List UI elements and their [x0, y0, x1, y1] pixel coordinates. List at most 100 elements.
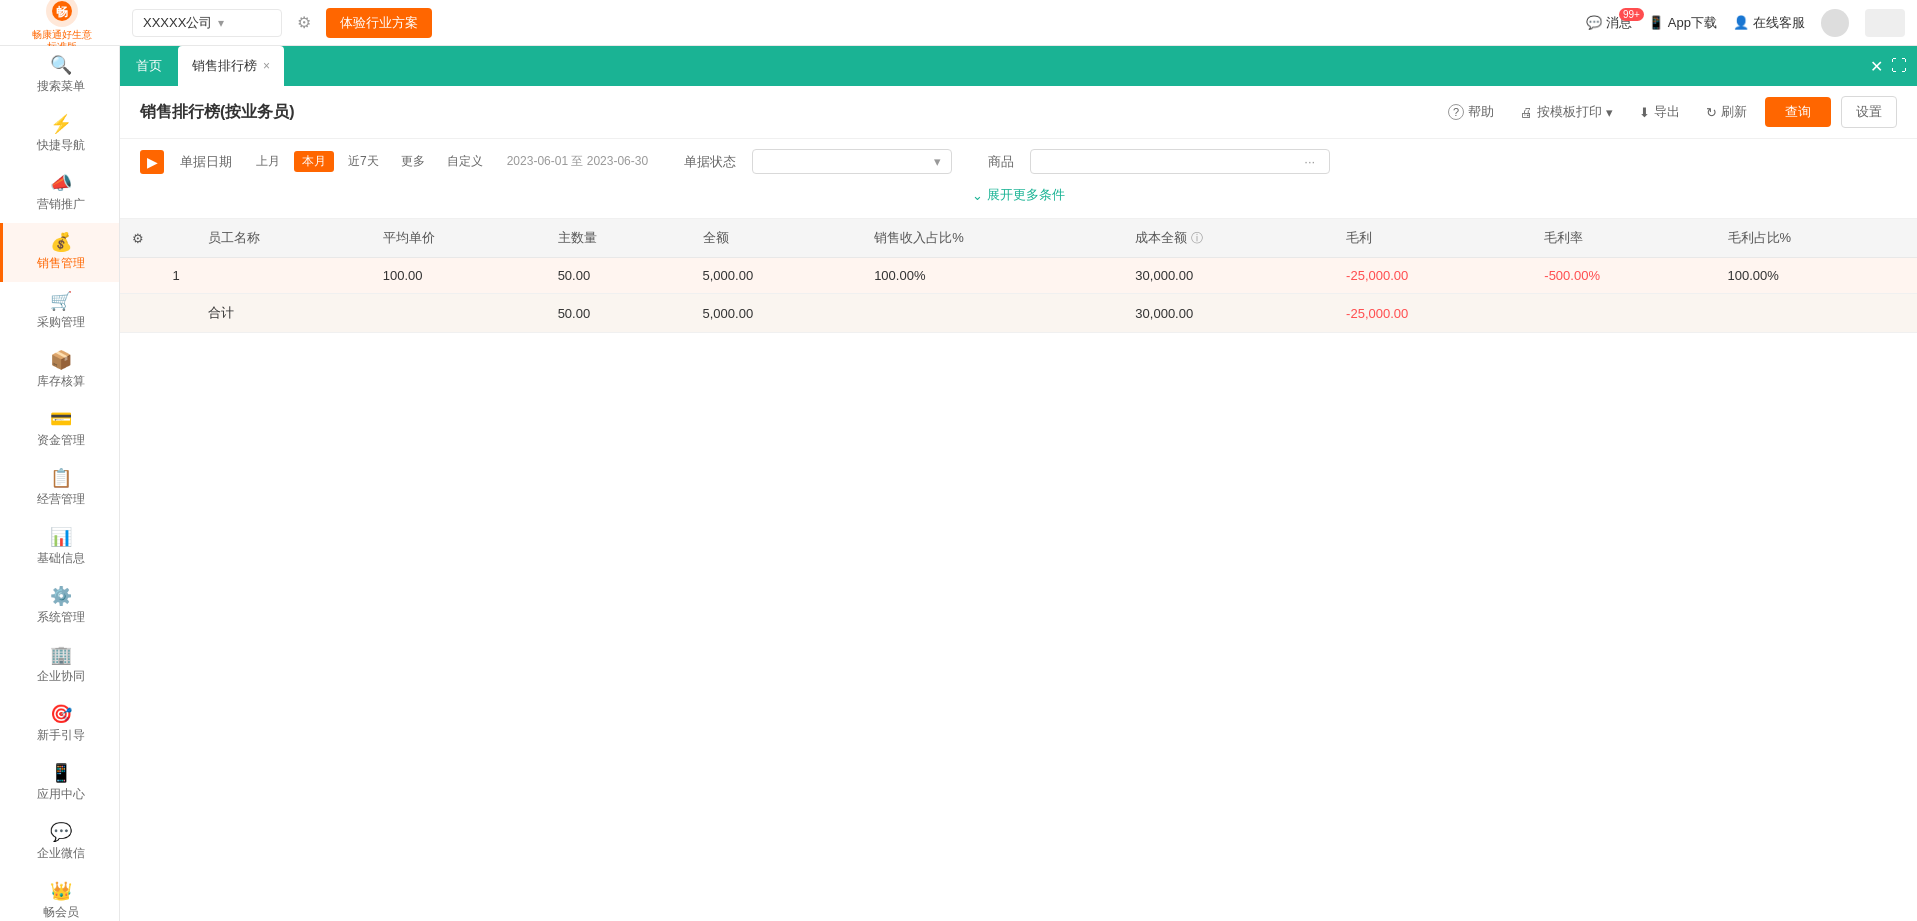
sidebar-label-wechat: 企业微信	[37, 845, 85, 862]
row-cost: 30,000.00	[1123, 258, 1334, 294]
quicknav-icon: ⚡	[50, 115, 72, 133]
footer-gross: -25,000.00	[1334, 294, 1532, 333]
tab-actions: ✕ ⛶	[1860, 57, 1917, 76]
row-sales-ratio: 100.00%	[862, 258, 1123, 294]
tab-minimize-icon[interactable]: ✕	[1870, 57, 1883, 76]
enterprise-icon: 🏢	[50, 646, 72, 664]
date-opt-custom[interactable]: 自定义	[439, 151, 491, 172]
row-rank: 1	[156, 258, 196, 294]
system-icon: ⚙️	[50, 587, 72, 605]
sidebar-label-system: 系统管理	[37, 609, 85, 626]
sidebar-item-wechat[interactable]: 💬 企业微信	[0, 813, 119, 872]
th-gross-margin[interactable]: 毛利率	[1532, 219, 1715, 258]
logo-icon: 畅	[44, 0, 80, 29]
date-opt-prev-month[interactable]: 上月	[248, 151, 288, 172]
row-settings	[120, 258, 156, 294]
th-avg-price[interactable]: 平均单价	[371, 219, 546, 258]
filter-toggle-button[interactable]: ▶	[140, 150, 164, 174]
footer-qty: 50.00	[546, 294, 691, 333]
table-area: ⚙ 员工名称 平均单价 主数量 全额 销售收入占比% 成本全额 ⓘ 毛	[120, 219, 1917, 921]
query-button[interactable]: 查询	[1765, 97, 1831, 127]
info-icon: 📊	[50, 528, 72, 546]
sidebar-item-purchase[interactable]: 🛒 采购管理	[0, 282, 119, 341]
date-opt-7days[interactable]: 近7天	[340, 151, 387, 172]
tab-sales-ranking[interactable]: 销售排行榜 ×	[178, 46, 284, 86]
footer-avg	[371, 294, 546, 333]
th-settings[interactable]: ⚙	[120, 219, 156, 258]
export-icon: ⬇	[1639, 105, 1650, 120]
sidebar-item-app[interactable]: 📱 应用中心	[0, 754, 119, 813]
sidebar-label-sales: 销售管理	[37, 255, 85, 272]
print-button[interactable]: 🖨 按模板打印 ▾	[1512, 99, 1621, 125]
tab-maximize-icon[interactable]: ⛶	[1891, 57, 1907, 75]
experience-button[interactable]: 体验行业方案	[326, 8, 432, 38]
refresh-button[interactable]: ↻ 刷新	[1698, 99, 1755, 125]
settings-gear-button[interactable]: ⚙	[290, 9, 318, 37]
page-content: 销售排行榜(按业务员) ? 帮助 🖨 按模板打印 ▾ ⬇	[120, 86, 1917, 921]
member-icon: 👑	[50, 882, 72, 900]
sidebar-item-member[interactable]: 👑 畅会员	[0, 872, 119, 921]
row-qty: 50.00	[546, 258, 691, 294]
data-table: ⚙ 员工名称 平均单价 主数量 全额 销售收入占比% 成本全额 ⓘ 毛	[120, 219, 1917, 333]
goods-more-icon[interactable]: ···	[1300, 154, 1319, 169]
sidebar-item-search[interactable]: 🔍 搜索菜单	[0, 46, 119, 105]
sidebar-item-sales[interactable]: 💰 销售管理	[0, 223, 119, 282]
status-select[interactable]: ▾	[752, 149, 952, 174]
date-range-display: 2023-06-01 至 2023-06-30	[507, 153, 648, 170]
tab-bar: 首页 销售排行榜 × ✕ ⛶	[120, 46, 1917, 86]
sidebar-item-inventory[interactable]: 📦 库存核算	[0, 341, 119, 400]
sidebar-label-info: 基础信息	[37, 550, 85, 567]
th-employee[interactable]: 员工名称	[196, 219, 371, 258]
date-opt-more[interactable]: 更多	[393, 151, 433, 172]
expand-conditions-button[interactable]: ⌄ 展开更多条件	[962, 182, 1075, 208]
company-name: XXXXX公司	[143, 14, 212, 32]
date-label: 单据日期	[180, 153, 232, 171]
sidebar-item-guide[interactable]: 🎯 新手引导	[0, 695, 119, 754]
app-icon: 📱	[50, 764, 72, 782]
company-selector[interactable]: XXXXX公司 ▾	[132, 9, 282, 37]
online-service-button[interactable]: 👤 在线客服	[1733, 14, 1805, 32]
top-bar: 畅 畅康通好生意标准版 XXXXX公司 ▾ ⚙ 体验行业方案 💬 消息 99+ …	[0, 0, 1917, 46]
help-button[interactable]: ? 帮助	[1440, 99, 1502, 125]
goods-input[interactable]: ···	[1030, 149, 1330, 174]
download-icon: 📱	[1648, 15, 1664, 30]
app-download-button[interactable]: 📱 App下载	[1648, 14, 1717, 32]
user-avatar[interactable]	[1821, 9, 1849, 37]
sidebar-label-finance: 资金管理	[37, 432, 85, 449]
sidebar-item-finance[interactable]: 💳 资金管理	[0, 400, 119, 459]
table-footer: 合计 50.00 5,000.00 30,000.00 -25,000.00	[120, 294, 1917, 333]
date-opt-current-month[interactable]: 本月	[294, 151, 334, 172]
th-cost[interactable]: 成本全额 ⓘ	[1123, 219, 1334, 258]
th-gross-profit[interactable]: 毛利	[1334, 219, 1532, 258]
chevron-down-icon: ▾	[218, 16, 224, 30]
sidebar-item-info[interactable]: 📊 基础信息	[0, 518, 119, 577]
expand-icon: ⌄	[972, 188, 983, 203]
notification-button[interactable]: 💬 消息 99+	[1586, 14, 1632, 32]
logo: 畅 畅康通好生意标准版	[12, 0, 112, 53]
sidebar-item-enterprise[interactable]: 🏢 企业协同	[0, 636, 119, 695]
settings-button[interactable]: 设置	[1841, 96, 1897, 128]
th-sales-ratio[interactable]: 销售收入占比%	[862, 219, 1123, 258]
sidebar-item-manage[interactable]: 📋 经营管理	[0, 459, 119, 518]
page-header: 销售排行榜(按业务员) ? 帮助 🖨 按模板打印 ▾ ⬇	[120, 86, 1917, 139]
row-ratio: 100.00%	[1716, 258, 1917, 294]
tab-home[interactable]: 首页	[120, 46, 178, 86]
row-margin: -500.00%	[1532, 258, 1715, 294]
purchase-icon: 🛒	[50, 292, 72, 310]
tab-close-icon[interactable]: ×	[263, 59, 270, 73]
sidebar-item-quicknav[interactable]: ⚡ 快捷导航	[0, 105, 119, 164]
goods-label: 商品	[988, 153, 1014, 171]
sidebar-item-marketing[interactable]: 📣 营销推广	[0, 164, 119, 223]
footer-label: 合计	[196, 294, 371, 333]
sidebar-label-app: 应用中心	[37, 786, 85, 803]
app-container: 畅 畅康通好生意标准版 XXXXX公司 ▾ ⚙ 体验行业方案 💬 消息 99+ …	[0, 0, 1917, 921]
th-gross-ratio[interactable]: 毛利占比%	[1716, 219, 1917, 258]
th-main-qty[interactable]: 主数量	[546, 219, 691, 258]
export-button[interactable]: ⬇ 导出	[1631, 99, 1688, 125]
th-total[interactable]: 全额	[691, 219, 863, 258]
table-row: 1 100.00 50.00 5,000.00 100.00% 30,000.0…	[120, 258, 1917, 294]
footer-row: 合计 50.00 5,000.00 30,000.00 -25,000.00	[120, 294, 1917, 333]
sidebar-item-system[interactable]: ⚙️ 系统管理	[0, 577, 119, 636]
content-area: 首页 销售排行榜 × ✕ ⛶ 销售排行榜(按业务员)	[120, 46, 1917, 921]
sidebar-items: 🔍 搜索菜单⚡ 快捷导航📣 营销推广💰 销售管理🛒 采购管理📦 库存核算💳 资金…	[0, 46, 119, 921]
